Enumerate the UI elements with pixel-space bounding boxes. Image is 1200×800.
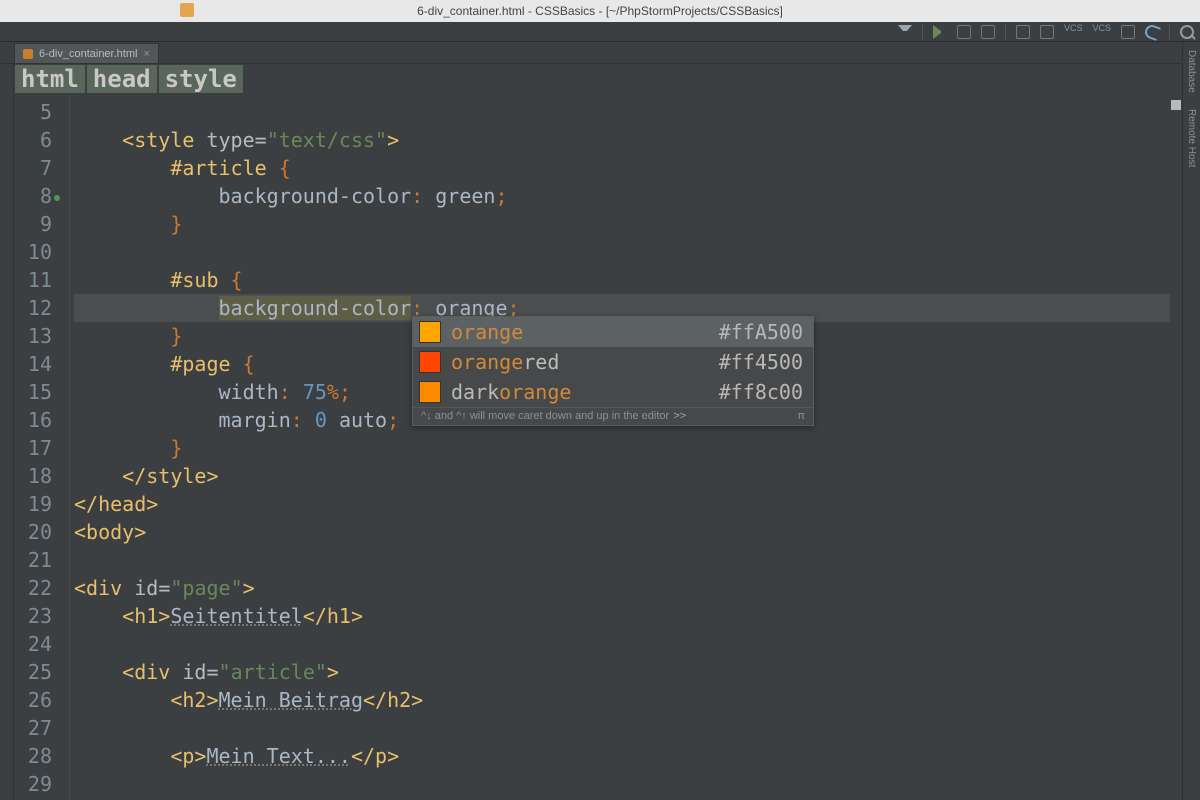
color-swatch-icon — [419, 381, 441, 403]
left-tool-strip[interactable] — [0, 64, 14, 800]
analysis-status-icon — [1171, 100, 1181, 110]
code-editor[interactable]: 5678910111213141516171819202122232425262… — [14, 98, 1182, 800]
separator — [1169, 24, 1170, 40]
tab-file[interactable]: 6-div_container.html × — [14, 43, 159, 63]
main-toolbar: VCS VCS — [0, 22, 1200, 42]
right-tool-strip: Database Remote Host — [1182, 42, 1200, 800]
run-config-dropdown-icon[interactable] — [898, 25, 912, 39]
remote-host-tool-button[interactable]: Remote Host — [1186, 109, 1197, 167]
vcs-label-2: VCS — [1092, 23, 1111, 33]
separator — [1005, 24, 1006, 40]
option-name: darkorange — [451, 380, 571, 404]
database-tool-button[interactable]: Database — [1186, 50, 1197, 93]
tab-label: 6-div_container.html — [39, 48, 137, 60]
vcs-label-1: VCS — [1064, 23, 1083, 33]
option-hex: #ff8c00 — [719, 380, 803, 404]
run-icon[interactable] — [933, 25, 947, 39]
autocomplete-popup[interactable]: orange #ffA500 orangered #ff4500 darkorange #… — [412, 316, 814, 426]
editor-tabs: 6-div_container.html × — [0, 42, 1200, 64]
vcs-commit-icon[interactable] — [1040, 25, 1054, 39]
breadcrumb-item[interactable]: style — [158, 64, 244, 94]
gutter[interactable]: 5678910111213141516171819202122232425262… — [14, 98, 70, 800]
option-hex: #ff4500 — [719, 350, 803, 374]
autocomplete-option[interactable]: orangered #ff4500 — [413, 347, 813, 377]
vcs-history-icon[interactable] — [1121, 25, 1135, 39]
autocomplete-hint: ^↓ and ^↑ will move caret down and up in… — [413, 407, 813, 425]
breadcrumb-item[interactable]: head — [86, 64, 158, 94]
option-hex: #ffA500 — [719, 320, 803, 344]
marker-strip[interactable] — [1170, 98, 1182, 800]
search-icon[interactable] — [1180, 25, 1194, 39]
autocomplete-option[interactable]: orange #ffA500 — [413, 317, 813, 347]
option-name: orange — [451, 320, 523, 344]
window-title: 6-div_container.html - CSSBasics - [~/Ph… — [417, 4, 783, 18]
autocomplete-option[interactable]: darkorange #ff8c00 — [413, 377, 813, 407]
debug-icon[interactable] — [957, 25, 971, 39]
color-swatch-icon — [419, 321, 441, 343]
vcs-update-icon[interactable] — [1016, 25, 1030, 39]
breadcrumb: html head style — [14, 64, 244, 94]
close-icon[interactable]: × — [143, 48, 149, 60]
window-titlebar: 6-div_container.html - CSSBasics - [~/Ph… — [0, 0, 1200, 22]
code-area[interactable]: <style type="text/css"> #article { backg… — [74, 98, 1182, 800]
hint-link[interactable]: >> — [673, 410, 686, 422]
file-type-icon — [23, 49, 33, 59]
breadcrumb-item[interactable]: html — [14, 64, 86, 94]
app-icon — [180, 3, 194, 17]
coverage-icon[interactable] — [981, 25, 995, 39]
option-name: orangered — [451, 350, 559, 374]
undo-icon[interactable] — [1143, 23, 1161, 41]
color-swatch-icon — [419, 351, 441, 373]
separator — [922, 24, 923, 40]
